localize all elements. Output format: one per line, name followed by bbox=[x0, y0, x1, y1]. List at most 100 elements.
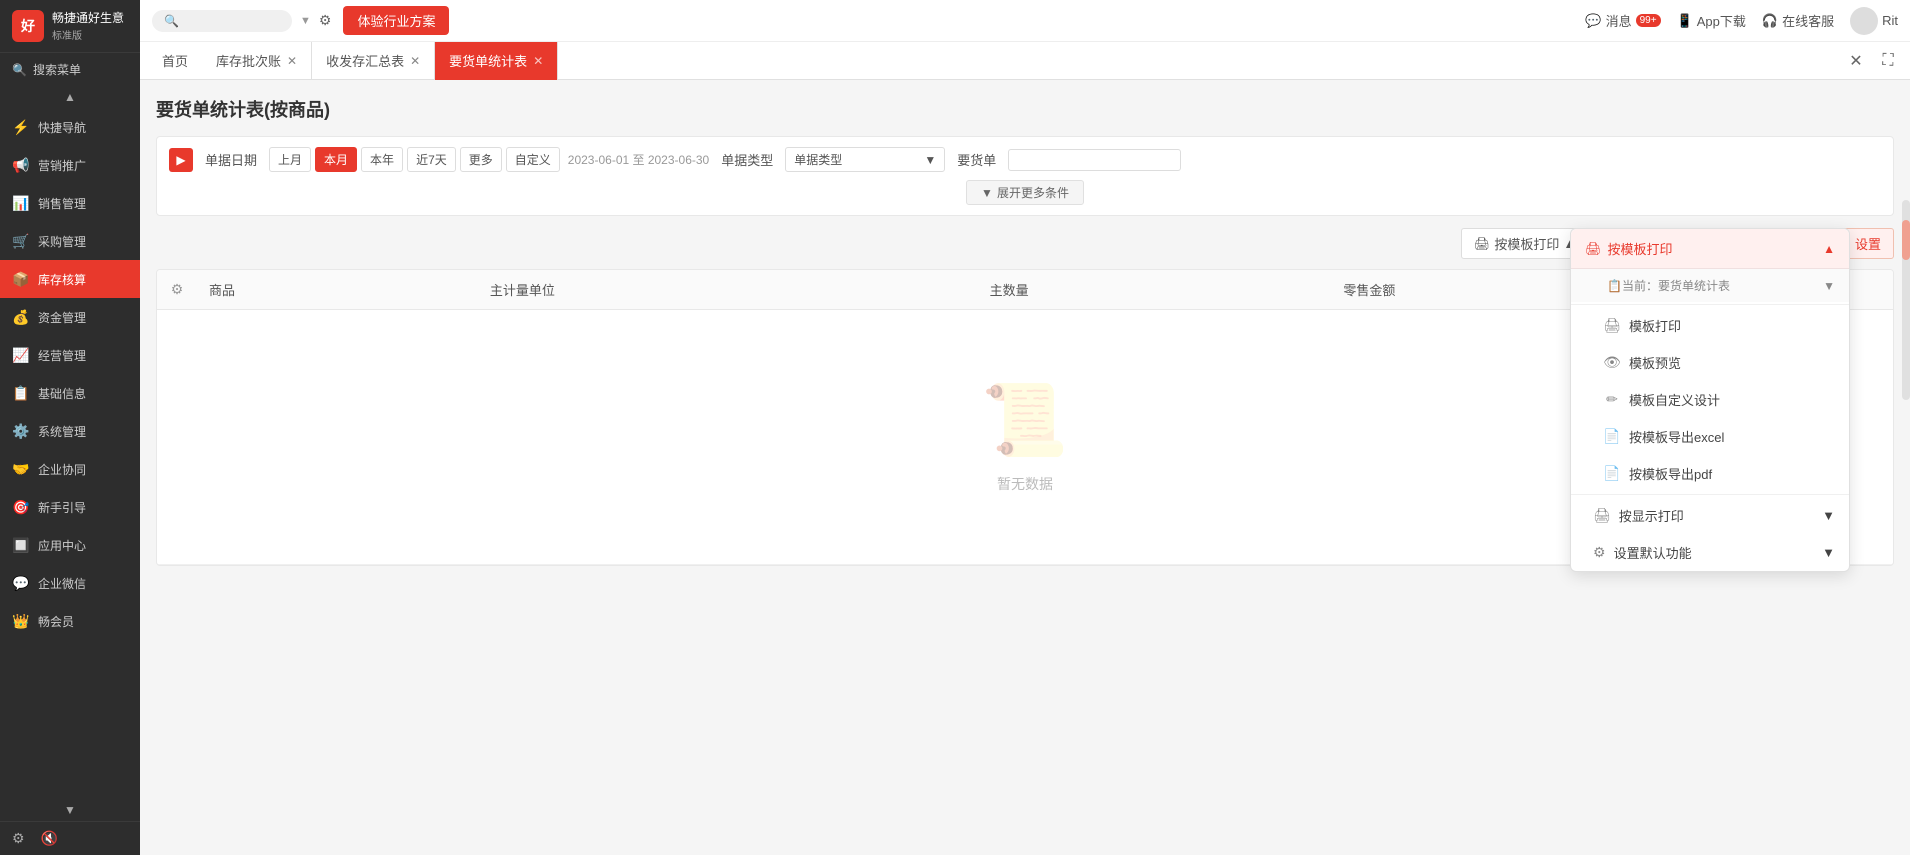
template-print-icon: 🖨 bbox=[1603, 317, 1621, 334]
template-icon: 📋 bbox=[1607, 279, 1622, 293]
settings-bottom-icon[interactable]: ⚙ bbox=[12, 830, 25, 847]
service-icon: 🎧 bbox=[1762, 13, 1778, 29]
sidebar-item-appstore[interactable]: 🔲 应用中心 bbox=[0, 526, 140, 564]
order-goods-label: 要货单 bbox=[957, 150, 996, 169]
dropdown-divider-1 bbox=[1571, 304, 1849, 305]
appstore-icon: 🔲 bbox=[12, 536, 30, 554]
expand-more-btn[interactable]: ▼ 展开更多条件 bbox=[966, 180, 1084, 205]
topbar-search-box[interactable]: 🔍 bbox=[152, 10, 292, 32]
chevron-down-icon: ▼ bbox=[981, 186, 993, 200]
filter-row: ▶ 单据日期 上月 本月 本年 近7天 更多 自定义 2023-06-01 至 … bbox=[169, 147, 1881, 172]
sidebar-scroll-up[interactable]: ▲ bbox=[64, 90, 76, 104]
sidebar-item-system[interactable]: ⚙️ 系统管理 bbox=[0, 412, 140, 450]
dropdown-item-export-pdf[interactable]: 📄 按模板导出pdf bbox=[1571, 455, 1849, 492]
dropdown-header-controls: ▲ bbox=[1823, 242, 1835, 256]
empty-illustration: 📜 bbox=[981, 380, 1068, 462]
dropdown-current-template[interactable]: 📋 当前：要货单统计表 ▼ bbox=[1571, 269, 1849, 302]
date-btn-more[interactable]: 更多 bbox=[460, 147, 502, 172]
online-service-btn[interactable]: 🎧 在线客服 bbox=[1762, 11, 1834, 30]
col-settings-header: ⚙ bbox=[157, 270, 197, 310]
sidebar-item-marketing[interactable]: 📢 营销推广 bbox=[0, 146, 140, 184]
sidebar-item-sales[interactable]: 📊 销售管理 bbox=[0, 184, 140, 222]
date-btn-this-month[interactable]: 本月 bbox=[315, 147, 357, 172]
dropdown-item-template-print[interactable]: 🖨 模板打印 bbox=[1571, 307, 1849, 344]
col-settings-icon[interactable]: ⚙ bbox=[171, 281, 184, 297]
tab-order-summary[interactable]: 要货单统计表 ✕ bbox=[435, 42, 558, 80]
select-chevron-icon: ▼ bbox=[924, 153, 936, 167]
dropdown-title: 🖨 按模板打印 bbox=[1585, 239, 1673, 258]
template-design-icon: ✏ bbox=[1603, 391, 1621, 408]
trial-btn[interactable]: 体验行业方案 bbox=[343, 6, 449, 35]
right-scrollbar[interactable] bbox=[1902, 200, 1910, 400]
sidebar-logo: 好 畅捷通好生意 标准版 bbox=[0, 0, 140, 53]
sidebar-scroll-down[interactable]: ▼ bbox=[64, 803, 76, 817]
date-btn-last-month[interactable]: 上月 bbox=[269, 147, 311, 172]
tab-order-summary-close[interactable]: ✕ bbox=[533, 54, 543, 68]
tab-home[interactable]: 首页 bbox=[148, 42, 202, 80]
tabbar-close-icon[interactable]: ✕ bbox=[1842, 47, 1870, 75]
sidebar-item-operation[interactable]: 📈 经营管理 bbox=[0, 336, 140, 374]
tabbar: 首页 库存批次账 ✕ 收发存汇总表 ✕ 要货单统计表 ✕ ✕ ⛶ bbox=[140, 42, 1910, 80]
tabbar-maximize-icon[interactable]: ⛶ bbox=[1874, 47, 1902, 75]
user-avatar-btn[interactable]: Rit bbox=[1850, 7, 1898, 35]
dropdown-collapse-icon[interactable]: ▲ bbox=[1823, 242, 1835, 256]
sidebar-item-collab[interactable]: 🤝 企业协同 bbox=[0, 450, 140, 488]
filter-expand-more: ▼ 展开更多条件 bbox=[169, 180, 1881, 205]
date-filter-label: 单据日期 bbox=[205, 150, 257, 169]
scrollbar-thumb[interactable] bbox=[1902, 220, 1910, 260]
finance-icon: 💰 bbox=[12, 308, 30, 326]
sidebar-nav: ⚡ 快捷导航 📢 营销推广 📊 销售管理 🛒 采购管理 📦 库存核算 💰 资金管… bbox=[0, 108, 140, 799]
system-icon: ⚙️ bbox=[12, 422, 30, 440]
export-excel-icon: 📄 bbox=[1603, 428, 1621, 445]
sidebar-item-guide[interactable]: 🎯 新手引导 bbox=[0, 488, 140, 526]
dropdown-item-template-design[interactable]: ✏ 模板自定义设计 bbox=[1571, 381, 1849, 418]
template-preview-icon: 👁 bbox=[1603, 354, 1621, 371]
topbar: 🔍 ▼ ⚙ 体验行业方案 💬 消息 99+ 📱 App下载 🎧 在线客服 Rit bbox=[140, 0, 1910, 42]
purchase-icon: 🛒 bbox=[12, 232, 30, 250]
page-title: 要货单统计表(按商品) bbox=[156, 96, 1894, 122]
dropdown-item-display-print[interactable]: 🖨 按显示打印 ▼ bbox=[1571, 497, 1849, 534]
tab-collection-summary-close[interactable]: ✕ bbox=[410, 54, 420, 68]
quick-nav-icon: ⚡ bbox=[12, 118, 30, 136]
wechat-icon: 💬 bbox=[12, 574, 30, 592]
tab-inventory-batch[interactable]: 库存批次账 ✕ bbox=[202, 42, 312, 80]
topbar-gear-icon[interactable]: ⚙ bbox=[319, 12, 332, 29]
set-default-icon: ⚙ bbox=[1593, 544, 1606, 561]
messages-btn[interactable]: 💬 消息 99+ bbox=[1585, 11, 1660, 30]
dropdown-item-template-preview[interactable]: 👁 模板预览 bbox=[1571, 344, 1849, 381]
tab-collection-summary[interactable]: 收发存汇总表 ✕ bbox=[312, 42, 435, 80]
filter-expand-btn[interactable]: ▶ bbox=[169, 148, 193, 172]
dropdown-item-export-excel[interactable]: 📄 按模板导出excel bbox=[1571, 418, 1849, 455]
col-qty-header: 主数量 bbox=[978, 270, 1332, 310]
dropdown-item-set-default[interactable]: ⚙ 设置默认功能 ▼ bbox=[1571, 534, 1849, 571]
topbar-chevron-icon[interactable]: ▼ bbox=[300, 15, 311, 27]
sidebar-item-inventory[interactable]: 📦 库存核算 bbox=[0, 260, 140, 298]
sidebar-bottom: ⚙ 🔇 bbox=[0, 821, 140, 855]
sidebar-item-purchase[interactable]: 🛒 采购管理 bbox=[0, 222, 140, 260]
message-icon: 💬 bbox=[1585, 13, 1601, 29]
inventory-icon: 📦 bbox=[12, 270, 30, 288]
sidebar-item-quick-nav[interactable]: ⚡ 快捷导航 bbox=[0, 108, 140, 146]
date-btn-7days[interactable]: 近7天 bbox=[407, 147, 456, 172]
sidebar-search[interactable]: 🔍 搜索菜单 bbox=[0, 53, 140, 86]
display-print-chevron: ▼ bbox=[1822, 508, 1835, 523]
current-template-chevron: ▼ bbox=[1823, 279, 1835, 293]
sidebar-item-member[interactable]: 👑 畅会员 bbox=[0, 602, 140, 640]
download-icon: 📱 bbox=[1677, 13, 1693, 29]
order-type-select[interactable]: 单据类型 ▼ bbox=[785, 147, 945, 172]
col-goods-header: 商品 bbox=[197, 270, 478, 310]
sidebar-item-wechat[interactable]: 💬 企业微信 bbox=[0, 564, 140, 602]
tab-inventory-batch-close[interactable]: ✕ bbox=[287, 54, 297, 68]
order-type-label: 单据类型 bbox=[721, 150, 773, 169]
sidebar-item-basic[interactable]: 📋 基础信息 bbox=[0, 374, 140, 412]
member-icon: 👑 bbox=[12, 612, 30, 630]
dropdown-header: 🖨 按模板打印 ▲ bbox=[1571, 229, 1849, 269]
app-download-btn[interactable]: 📱 App下载 bbox=[1677, 11, 1746, 30]
avatar bbox=[1850, 7, 1878, 35]
mute-icon[interactable]: 🔇 bbox=[41, 830, 58, 847]
sidebar-item-finance[interactable]: 💰 资金管理 bbox=[0, 298, 140, 336]
filter-bar: ▶ 单据日期 上月 本月 本年 近7天 更多 自定义 2023-06-01 至 … bbox=[156, 136, 1894, 216]
goods-filter-input[interactable] bbox=[1008, 149, 1181, 171]
date-btn-custom[interactable]: 自定义 bbox=[506, 147, 560, 172]
date-btn-this-year[interactable]: 本年 bbox=[361, 147, 403, 172]
